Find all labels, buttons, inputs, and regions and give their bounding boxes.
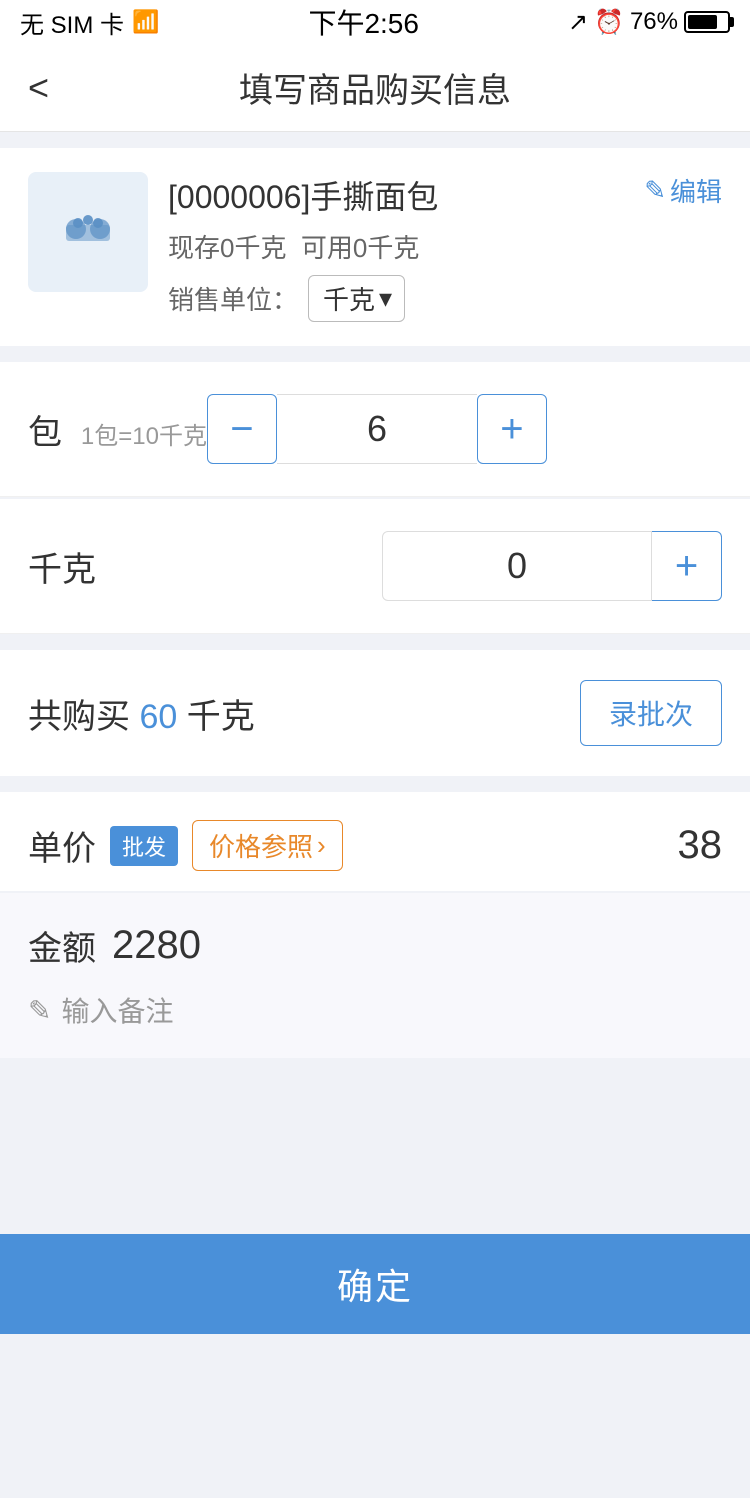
location-icon: ↗ (568, 8, 588, 37)
price-ref-button[interactable]: 价格参照 › (192, 820, 343, 871)
bao-minus-button[interactable]: − (207, 394, 277, 464)
kg-section: 千克 + (0, 499, 750, 634)
remark-row[interactable]: ✎ 输入备注 (28, 990, 722, 1030)
wifi-icon: 📶 (132, 9, 159, 35)
pencil-icon: ✎ (28, 994, 51, 1027)
product-section: [0000006]手撕面包 ✎ 编辑 现存0千克 可用0千克 销售单位： 千克 … (0, 148, 750, 346)
battery-icon (684, 11, 730, 33)
kg-label: 千克 (28, 542, 382, 591)
alarm-icon: ⏰ (594, 8, 624, 37)
bao-row: 包 1包=10千克 − + (0, 362, 750, 497)
bao-plus-button[interactable]: + (477, 394, 547, 464)
bao-controls: − + (207, 394, 547, 464)
kg-controls: + (382, 531, 722, 601)
price-tag: 批发 (110, 826, 178, 866)
carrier-text: 无 SIM 卡 (20, 5, 124, 40)
nav-bar: < 填写商品购买信息 (0, 44, 750, 132)
battery-percent: 76% (630, 8, 678, 36)
summary-section: 共购买 60 千克 录批次 (0, 650, 750, 776)
page-title: 填写商品购买信息 (239, 63, 511, 112)
confirm-button[interactable]: 确定 (0, 1234, 750, 1334)
kg-row: 千克 + (0, 499, 750, 634)
batch-button[interactable]: 录批次 (580, 680, 722, 746)
product-unit: 销售单位： 千克 ▾ (168, 275, 722, 322)
back-button[interactable]: < (28, 67, 49, 109)
edit-icon: ✎ (644, 175, 666, 206)
status-time: 下午2:56 (308, 2, 419, 42)
bao-sublabel: 1包=10千克 (81, 423, 207, 450)
product-stock: 现存0千克 可用0千克 (168, 228, 722, 265)
chevron-down-icon: ▾ (379, 283, 392, 314)
kg-input[interactable] (382, 531, 652, 601)
product-info: [0000006]手撕面包 ✎ 编辑 现存0千克 可用0千克 销售单位： 千克 … (168, 172, 722, 322)
bao-label: 包 (28, 414, 62, 452)
price-section: 单价 批发 价格参照 › 38 (0, 792, 750, 891)
summary-amount: 60 (139, 698, 177, 736)
summary-unit: 千克 (187, 698, 255, 736)
chevron-right-icon: › (317, 830, 326, 861)
edit-button[interactable]: ✎ 编辑 (644, 172, 722, 209)
bao-section: 包 1包=10千克 − + (0, 362, 750, 497)
bao-input[interactable] (277, 394, 477, 464)
unit-selector[interactable]: 千克 ▾ (308, 275, 405, 322)
status-right: ↗ ⏰ 76% (568, 8, 730, 37)
price-left: 单价 批发 价格参照 › (28, 820, 343, 871)
amount-row: 金额 2280 (28, 921, 722, 970)
product-thumbnail (28, 172, 148, 292)
empty-space (0, 1058, 750, 1398)
status-bar: 无 SIM 卡 📶 下午2:56 ↗ ⏰ 76% (0, 0, 750, 44)
status-left: 无 SIM 卡 📶 (20, 5, 159, 40)
amount-label: 金额 (28, 921, 96, 970)
amount-value: 2280 (112, 923, 201, 968)
bao-label-group: 包 1包=10千克 (28, 405, 207, 454)
remark-placeholder: 输入备注 (61, 990, 173, 1030)
amount-section: 金额 2280 ✎ 输入备注 (0, 893, 750, 1058)
kg-plus-button[interactable]: + (652, 531, 722, 601)
price-value: 38 (678, 823, 723, 868)
summary-text: 共购买 60 千克 (28, 689, 255, 738)
price-row: 单价 批发 价格参照 › 38 (28, 820, 722, 871)
price-label: 单价 (28, 821, 96, 870)
product-name: [0000006]手撕面包 (168, 172, 438, 218)
